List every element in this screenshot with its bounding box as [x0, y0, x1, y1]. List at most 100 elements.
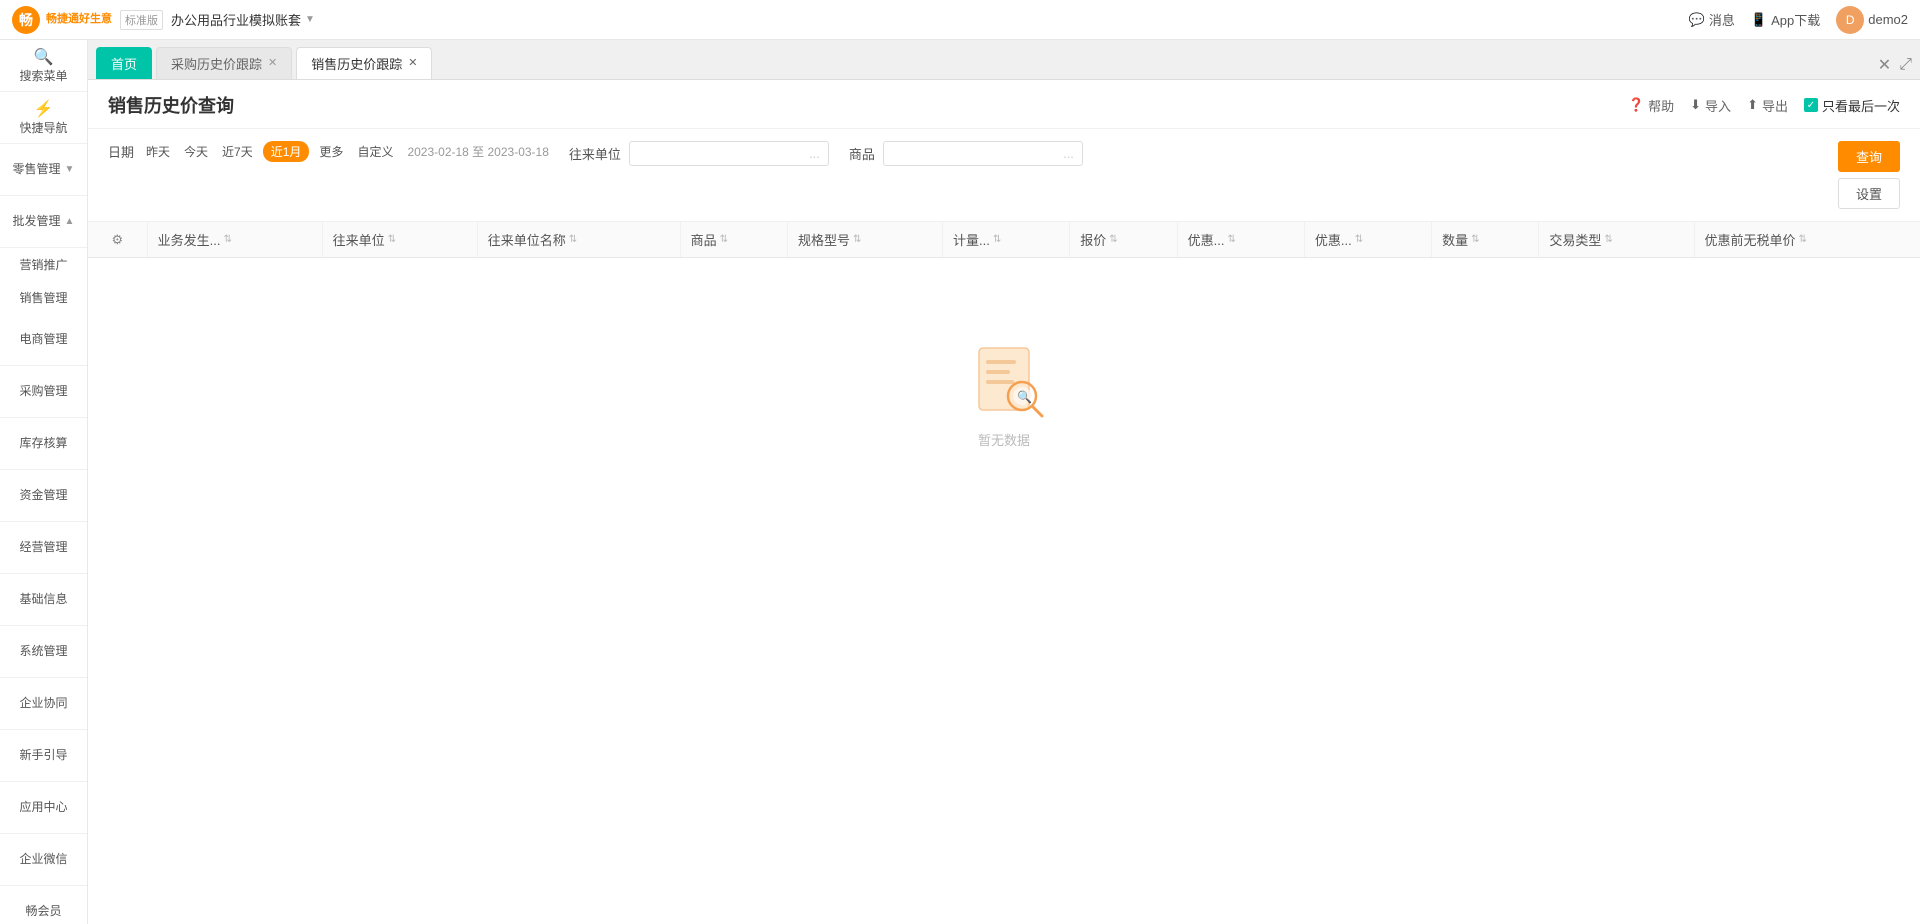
- sidebar-item-basic-info[interactable]: 基础信息: [0, 574, 87, 626]
- help-icon: ❓: [1628, 97, 1644, 113]
- sidebar-item-sales[interactable]: 销售管理: [0, 281, 87, 314]
- tab-home-label: 首页: [111, 54, 137, 73]
- sidebar-item-sys-settings[interactable]: 系统管理: [0, 626, 87, 678]
- th-partner-code-label: 往来单位: [333, 230, 385, 249]
- shortcut-custom[interactable]: 自定义: [353, 141, 397, 162]
- empty-illustration: 🔍: [964, 338, 1044, 418]
- message-icon: 💬: [1689, 12, 1705, 28]
- tab-home[interactable]: 首页: [96, 47, 152, 79]
- data-table: ⚙ 业务发生... ⇅ 往来单位: [88, 222, 1920, 258]
- partner-input[interactable]: ...: [629, 141, 829, 166]
- help-label: 帮助: [1648, 96, 1674, 115]
- th-quantity[interactable]: 数量 ⇅: [1432, 222, 1539, 258]
- shortcut-today[interactable]: 今天: [180, 141, 212, 162]
- th-price[interactable]: 报价 ⇅: [1070, 222, 1177, 258]
- sidebar-item-purchase[interactable]: 采购管理: [0, 366, 87, 418]
- sidebar-item-new-guide[interactable]: 新手引导: [0, 730, 87, 782]
- import-button[interactable]: ⬇ 导入: [1690, 96, 1731, 115]
- shortcut-last7days[interactable]: 近7天: [218, 141, 257, 162]
- workspace-selector[interactable]: 办公用品行业模拟账套 ▼: [171, 10, 315, 29]
- sidebar-item-label: 库存核算: [19, 436, 67, 452]
- setting-button[interactable]: 设置: [1838, 178, 1900, 209]
- th-unit[interactable]: 计量... ⇅: [943, 222, 1070, 258]
- tab-sales-close-icon[interactable]: ✕: [408, 58, 417, 69]
- th-trade-type[interactable]: 交易类型 ⇅: [1539, 222, 1694, 258]
- sidebar-item-marketing[interactable]: 营销推广: [0, 248, 87, 281]
- partner-filter-group: 往来单位 ...: [569, 141, 829, 166]
- sidebar-item-finance[interactable]: 资金管理: [0, 470, 87, 522]
- sidebar-item-enterprise-wechat[interactable]: 企业微信: [0, 834, 87, 886]
- sidebar-item-inventory[interactable]: 库存核算: [0, 418, 87, 470]
- th-price-label: 报价: [1080, 230, 1106, 249]
- shortcut-yesterday[interactable]: 昨天: [142, 141, 174, 162]
- export-icon: ⬆: [1747, 97, 1758, 113]
- sidebar-item-label: 系统管理: [19, 644, 67, 660]
- empty-state: 🔍 暂无数据: [88, 258, 1920, 529]
- page-title: 销售历史价查询: [108, 92, 234, 118]
- th-discount2[interactable]: 优惠... ⇅: [1304, 222, 1431, 258]
- th-partner-name[interactable]: 往来单位名称 ⇅: [477, 222, 680, 258]
- version-tag: 标准版: [120, 10, 163, 30]
- sidebar-item-ecommerce[interactable]: 电商管理: [0, 314, 87, 366]
- sidebar-item-retail[interactable]: 零售管理 ▼: [0, 144, 87, 196]
- th-discount1[interactable]: 优惠... ⇅: [1177, 222, 1304, 258]
- app-download-button[interactable]: 📱 App下载: [1751, 10, 1820, 29]
- th-partner-code[interactable]: 往来单位 ⇅: [322, 222, 477, 258]
- sidebar-item-enterprise-coop[interactable]: 企业协同: [0, 678, 87, 730]
- th-quantity-label: 数量: [1442, 230, 1468, 249]
- th-pretax-price[interactable]: 优惠前无税单价 ⇅: [1694, 222, 1920, 258]
- sort-icon: ⇅: [569, 234, 577, 245]
- sort-icon: ⇅: [853, 234, 861, 245]
- sidebar-item-quick-nav[interactable]: ⚡ 快捷导航: [0, 92, 87, 144]
- sidebar-item-operations[interactable]: 经营管理: [0, 522, 87, 574]
- th-product-label: 商品: [691, 230, 717, 249]
- header-left: 畅 畅捷通好生意 标准版 办公用品行业模拟账套 ▼: [12, 6, 315, 34]
- only-last-checkbox[interactable]: ✓ 只看最后一次: [1804, 96, 1900, 115]
- workspace-label: 办公用品行业模拟账套: [171, 10, 301, 29]
- user-profile[interactable]: D demo2: [1836, 6, 1908, 34]
- tab-purchase-history[interactable]: 采购历史价跟踪 ✕: [156, 47, 292, 79]
- shortcut-more[interactable]: 更多: [315, 141, 347, 162]
- sidebar-item-app-center[interactable]: 应用中心: [0, 782, 87, 834]
- import-label: 导入: [1705, 96, 1731, 115]
- help-button[interactable]: ❓ 帮助: [1628, 96, 1674, 115]
- svg-text:🔍: 🔍: [1017, 389, 1032, 404]
- product-input[interactable]: ...: [883, 141, 1083, 166]
- close-tab-button[interactable]: ✕: [1878, 55, 1891, 75]
- page-header-actions: ❓ 帮助 ⬇ 导入 ⬆ 导出 ✓ 只看最后一次: [1628, 96, 1900, 115]
- th-unit-label: 计量...: [953, 230, 990, 249]
- quick-nav-icon: ⚡: [34, 99, 54, 119]
- sidebar-item-label: 资金管理: [19, 488, 67, 504]
- avatar: D: [1836, 6, 1864, 34]
- th-discount2-label: 优惠...: [1315, 230, 1352, 249]
- sidebar-item-search-menu[interactable]: 🔍 搜索菜单: [0, 40, 87, 92]
- sort-icon: ⇅: [1227, 234, 1235, 245]
- top-header: 畅 畅捷通好生意 标准版 办公用品行业模拟账套 ▼ 💬 消息 📱 App下载 D…: [0, 0, 1920, 40]
- tab-purchase-close-icon[interactable]: ✕: [268, 58, 277, 69]
- search-menu-icon: 🔍: [34, 47, 54, 67]
- th-biz-date[interactable]: 业务发生... ⇅: [147, 222, 322, 258]
- page-content: 销售历史价查询 ❓ 帮助 ⬇ 导入 ⬆ 导出 ✓: [88, 80, 1920, 924]
- message-button[interactable]: 💬 消息: [1689, 10, 1735, 29]
- query-button[interactable]: 查询: [1838, 141, 1900, 172]
- gear-icon: ⚙: [111, 232, 123, 247]
- th-spec[interactable]: 规格型号 ⇅: [787, 222, 942, 258]
- header-right: 💬 消息 📱 App下载 D demo2: [1689, 6, 1908, 34]
- export-label: 导出: [1762, 96, 1788, 115]
- maximize-button[interactable]: ⤢: [1899, 56, 1912, 74]
- sidebar-item-member[interactable]: 畅会员: [0, 886, 87, 924]
- th-gear[interactable]: ⚙: [88, 222, 147, 258]
- sort-icon: ⇅: [1355, 234, 1363, 245]
- product-dots: ...: [1063, 146, 1074, 161]
- th-spec-label: 规格型号: [798, 230, 850, 249]
- only-last-label: 只看最后一次: [1822, 96, 1900, 115]
- sidebar-item-wholesale[interactable]: 批发管理 ▲: [0, 196, 87, 248]
- shortcut-last1month[interactable]: 近1月: [263, 141, 310, 162]
- sort-icon: ⇅: [993, 234, 1001, 245]
- tab-sales-label: 销售历史价跟踪: [311, 54, 402, 73]
- sidebar-item-label: 经营管理: [19, 540, 67, 556]
- export-button[interactable]: ⬆ 导出: [1747, 96, 1788, 115]
- th-trade-type-label: 交易类型: [1549, 230, 1601, 249]
- th-product[interactable]: 商品 ⇅: [680, 222, 787, 258]
- tab-sales-history[interactable]: 销售历史价跟踪 ✕: [296, 47, 432, 79]
